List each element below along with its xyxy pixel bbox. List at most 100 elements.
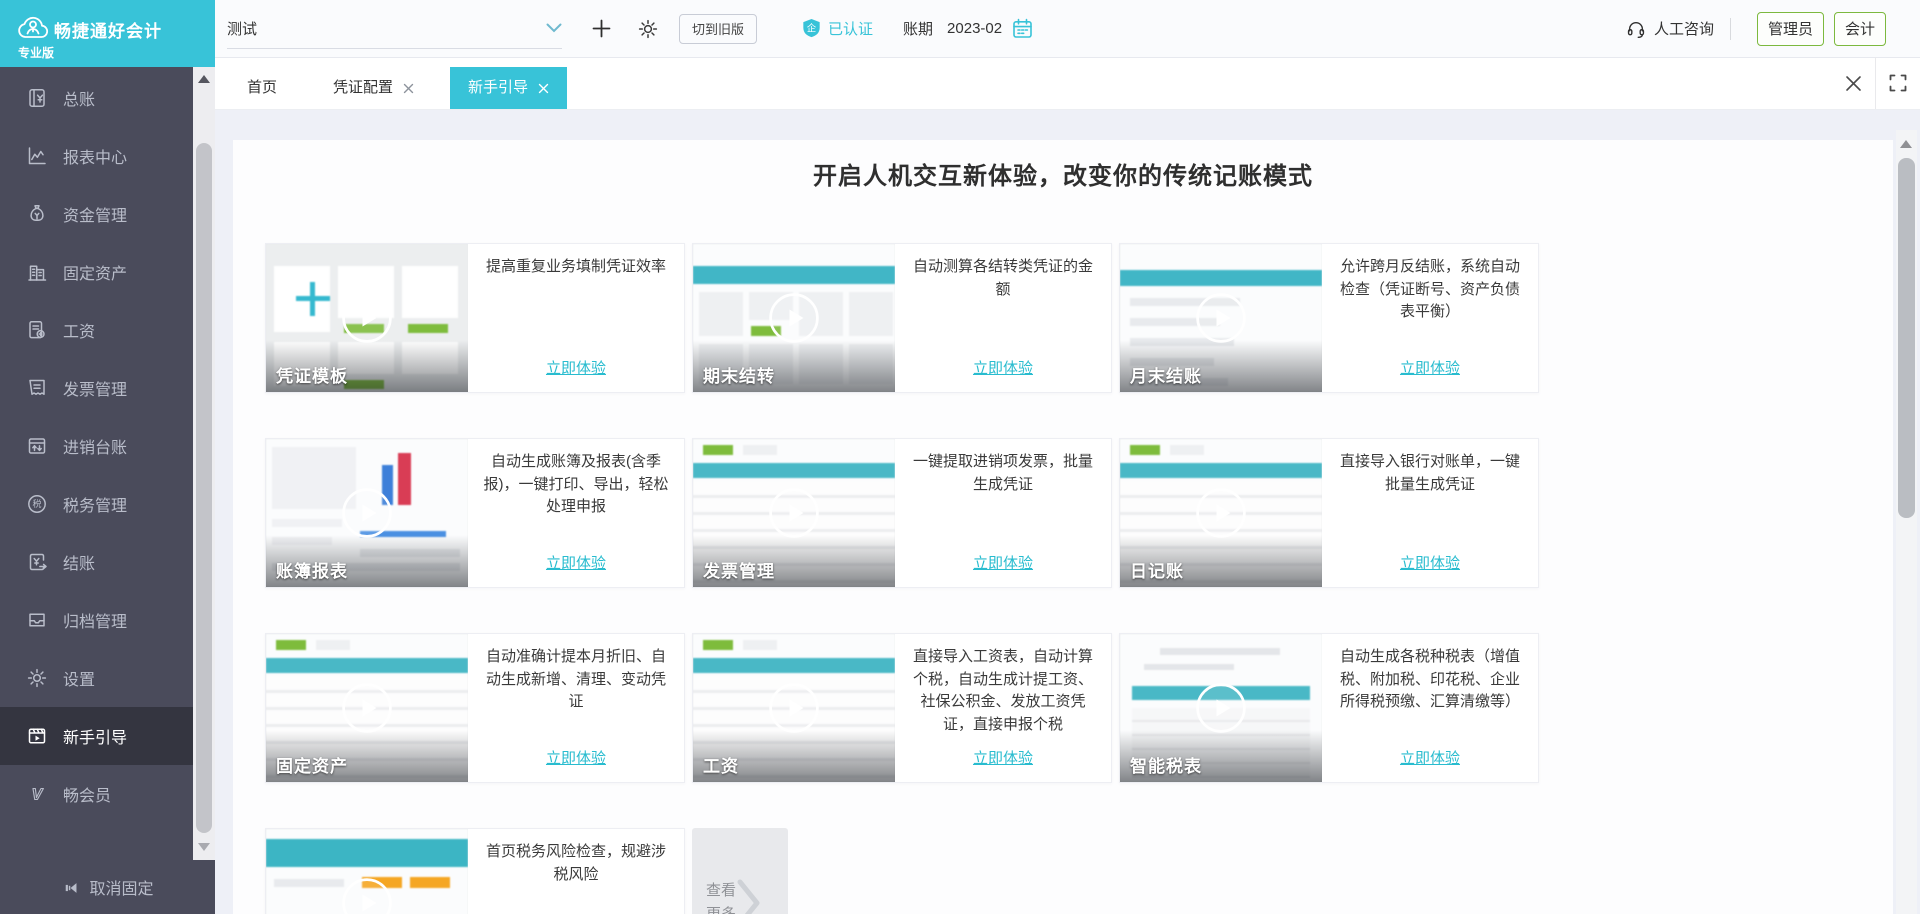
tab-label: 新手引导 — [468, 79, 529, 96]
sidebar-item-label: 固定资产 — [63, 266, 128, 283]
play-icon[interactable] — [767, 681, 821, 735]
play-icon[interactable] — [1194, 486, 1248, 540]
archive-icon — [26, 609, 48, 631]
sidebar-scrollbar[interactable] — [193, 67, 215, 860]
video-thumbnail[interactable]: 凭证模板 — [266, 244, 468, 392]
play-icon[interactable] — [340, 291, 394, 345]
try-now-link[interactable]: 立即体验 — [546, 747, 606, 768]
sidebar-item[interactable]: 税 税务管理 — [0, 475, 193, 533]
video-thumbnail[interactable]: 发票管理 — [693, 439, 895, 587]
scroll-up-icon[interactable] — [198, 75, 210, 83]
card-body: 直接导入银行对账单，一键批量生成凭证 立即体验 — [1322, 439, 1538, 587]
try-now-link[interactable]: 立即体验 — [973, 357, 1033, 378]
guide-card: 发票管理 一键提取进销项发票，批量生成凭证 立即体验 — [692, 438, 1112, 588]
guide-card: 首页税务风险检查，规避涉税风险 — [265, 828, 685, 914]
view-more-button[interactable]: 查看 更多 — [692, 828, 788, 914]
sidebar-scrollbar-thumb[interactable] — [196, 143, 212, 833]
try-now-link[interactable]: 立即体验 — [546, 552, 606, 573]
video-thumbnail[interactable]: 智能税表 — [1120, 634, 1322, 782]
play-icon[interactable] — [1194, 291, 1248, 345]
company-select[interactable]: 测试 — [227, 8, 562, 49]
settings-icon — [26, 667, 48, 689]
sidebar-item[interactable]: 归档管理 — [0, 591, 193, 649]
try-now-link[interactable]: 立即体验 — [1400, 357, 1460, 378]
scroll-up-icon[interactable] — [1900, 140, 1912, 148]
live-support[interactable]: 人工咨询 — [1626, 18, 1714, 39]
tab-close-icon[interactable] — [403, 83, 414, 94]
card-description: 自动生成账簿及报表(含季报)，一键打印、导出，轻松处理申报 — [483, 453, 669, 515]
tab-close-icon[interactable] — [538, 83, 549, 94]
calendar-icon[interactable] — [1012, 18, 1033, 39]
topbar: 测试 切到旧版 企 已认证 账期 2023-02 人工咨询 管理员 会计 — [215, 0, 1920, 58]
video-thumbnail[interactable]: 账簿报表 — [266, 439, 468, 587]
card-title: 日记账 — [1130, 562, 1184, 581]
view-more-label-line1: 查看 — [706, 882, 737, 899]
tab[interactable]: 首页 — [227, 67, 297, 109]
sidebar-item[interactable]: 结账 — [0, 533, 193, 591]
sidebar-item[interactable]: 总账 — [0, 69, 193, 127]
video-thumbnail[interactable]: 月末结账 — [1120, 244, 1322, 392]
play-icon[interactable] — [340, 681, 394, 735]
play-icon[interactable] — [340, 486, 394, 540]
tab[interactable]: 凭证配置 — [313, 67, 434, 109]
sidebar-item[interactable]: 报表中心 — [0, 127, 193, 185]
video-thumbnail[interactable] — [266, 829, 468, 914]
play-icon[interactable] — [767, 291, 821, 345]
sidebar-item[interactable]: 进销台账 — [0, 417, 193, 475]
close-all-tabs-icon[interactable] — [1831, 57, 1875, 109]
guide-card: 期末结转 自动测算各结转类凭证的金额 立即体验 — [692, 243, 1112, 393]
role-accountant-button[interactable]: 会计 — [1833, 11, 1886, 46]
accounting-period[interactable]: 账期 2023-02 — [903, 18, 1033, 39]
sidebar-item[interactable]: 固定资产 — [0, 243, 193, 301]
sidebar-item[interactable]: 新手引导 — [0, 707, 193, 765]
sidebar-item-label: 发票管理 — [63, 382, 128, 399]
main-scrollbar-thumb[interactable] — [1898, 158, 1915, 518]
card-description: 一键提取进销项发票，批量生成凭证 — [912, 453, 1093, 493]
card-title: 工资 — [703, 757, 739, 776]
guide-card: 固定资产 自动准确计提本月折旧、自动生成新增、清理、变动凭证 立即体验 — [265, 633, 685, 783]
svg-text:企: 企 — [807, 22, 817, 33]
play-icon[interactable] — [1194, 681, 1248, 735]
sidebar-item[interactable]: 资金管理 — [0, 185, 193, 243]
try-now-link[interactable]: 立即体验 — [973, 747, 1033, 768]
video-thumbnail[interactable]: 期末结转 — [693, 244, 895, 392]
card-title: 期末结转 — [703, 367, 775, 386]
fullscreen-icon[interactable] — [1876, 57, 1920, 109]
main-scrollbar[interactable] — [1896, 130, 1917, 914]
period-value: 2023-02 — [947, 20, 1003, 37]
card-body: 提高重复业务填制凭证效率 立即体验 — [468, 244, 684, 392]
role-admin-button[interactable]: 管理员 — [1756, 11, 1824, 46]
settings-gear-icon[interactable] — [637, 18, 659, 40]
sidebar-item[interactable]: 工资 — [0, 301, 193, 359]
svg-text:V: V — [32, 787, 44, 804]
sidebar-item[interactable]: 设置 — [0, 649, 193, 707]
card-description: 提高重复业务填制凭证效率 — [485, 258, 666, 275]
play-icon[interactable] — [767, 486, 821, 540]
content-area: 开启人机交互新体验，改变你的传统记账模式 凭证模板 提高重复业务填制凭证效率 立… — [215, 110, 1920, 914]
tab-bar: 首页 凭证配置 新手引导 — [215, 57, 1920, 110]
play-icon[interactable] — [340, 876, 394, 914]
guide-card: 账簿报表 自动生成账簿及报表(含季报)，一键打印、导出，轻松处理申报 立即体验 — [265, 438, 685, 588]
sidebar-item[interactable]: 发票管理 — [0, 359, 193, 417]
try-now-link[interactable]: 立即体验 — [1400, 747, 1460, 768]
scroll-down-icon[interactable] — [198, 843, 210, 851]
tab[interactable]: 新手引导 — [450, 67, 568, 109]
sidebar-item-label: 归档管理 — [63, 614, 128, 631]
salary-icon — [26, 319, 48, 341]
card-description: 直接导入工资表，自动计算个税，自动生成计提工资、社保公积金、发放工资凭证，直接申… — [912, 648, 1093, 733]
add-account-set-icon[interactable] — [592, 19, 611, 38]
video-thumbnail[interactable]: 固定资产 — [266, 634, 468, 782]
sidebar-item[interactable]: V 畅会员 — [0, 765, 193, 823]
card-title: 固定资产 — [276, 757, 348, 776]
try-now-link[interactable]: 立即体验 — [546, 357, 606, 378]
try-now-link[interactable]: 立即体验 — [1400, 552, 1460, 573]
guide-card-grid: 凭证模板 提高重复业务填制凭证效率 立即体验 期末结转 自动测算各结转类凭证的金… — [265, 243, 1546, 914]
try-now-link[interactable]: 立即体验 — [973, 552, 1033, 573]
trade-icon — [26, 435, 48, 457]
guide-icon — [26, 725, 48, 747]
unpin-sidebar-button[interactable]: 取消固定 — [0, 860, 215, 914]
headset-icon — [1626, 19, 1646, 39]
video-thumbnail[interactable]: 工资 — [693, 634, 895, 782]
switch-old-version-button[interactable]: 切到旧版 — [679, 13, 758, 44]
video-thumbnail[interactable]: 日记账 — [1120, 439, 1322, 587]
